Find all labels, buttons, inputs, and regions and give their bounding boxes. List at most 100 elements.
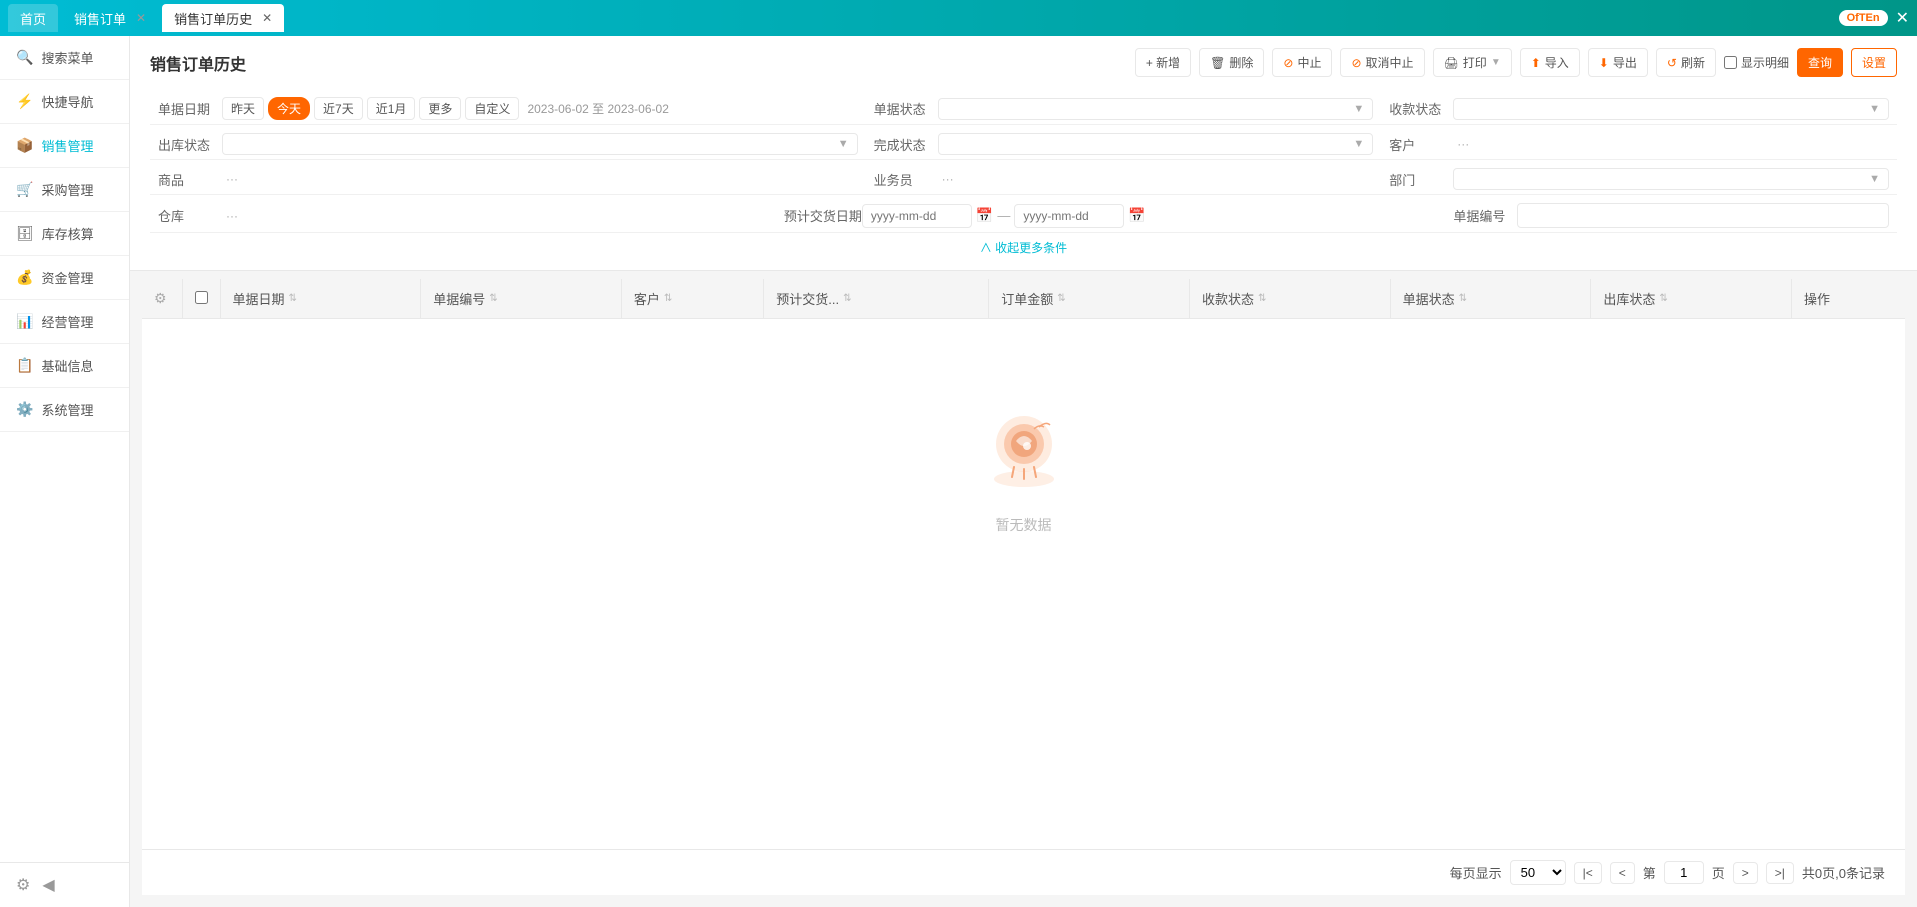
th-customer[interactable]: 客户 ⇅ bbox=[621, 279, 763, 319]
date-range-text: 2023-06-02 至 2023-06-02 bbox=[527, 100, 668, 117]
th-order-no[interactable]: 单据编号 ⇅ bbox=[421, 279, 622, 319]
page-size-select[interactable]: 20 50 100 bbox=[1510, 860, 1566, 885]
sidebar-item-sales-mgmt[interactable]: 📦 销售管理 bbox=[0, 124, 129, 168]
delivery-status-sort-icon[interactable]: ⇅ bbox=[1659, 293, 1667, 304]
empty-state-illustration bbox=[974, 399, 1074, 499]
first-page-button[interactable]: |< bbox=[1574, 862, 1602, 884]
date-sort-icon[interactable]: ⇅ bbox=[289, 293, 297, 304]
gear-icon[interactable]: ⚙ bbox=[154, 290, 167, 306]
sidebar-item-purchase-mgmt-label: 采购管理 bbox=[41, 180, 93, 199]
top-bar: 首页 销售订单 ✕ 销售订单历史 ✕ OfTEn ✕ bbox=[0, 0, 1917, 36]
search-menu-icon: 🔍 bbox=[16, 49, 33, 66]
salesperson-control: ··· bbox=[938, 172, 1374, 186]
print-button[interactable]: 🖨 打印 ▼ bbox=[1433, 48, 1512, 77]
stop-button[interactable]: ⊘ 中止 bbox=[1272, 48, 1332, 77]
page-number-input[interactable] bbox=[1664, 861, 1704, 884]
query-button[interactable]: 查询 bbox=[1797, 48, 1843, 77]
th-operation-label: 操作 bbox=[1804, 292, 1830, 307]
display-detail-checkbox[interactable]: 显示明细 bbox=[1724, 54, 1789, 71]
complete-status-arrow-icon: ▼ bbox=[1353, 138, 1364, 150]
print-icon: 🖨 bbox=[1444, 56, 1459, 70]
display-detail-input[interactable] bbox=[1724, 56, 1737, 69]
export-button-label: 导出 bbox=[1613, 54, 1637, 71]
date-btn-custom[interactable]: 自定义 bbox=[465, 97, 519, 120]
next-page-button[interactable]: > bbox=[1733, 862, 1758, 884]
cancel-stop-icon: ⊘ bbox=[1351, 56, 1361, 70]
th-gear[interactable]: ⚙ bbox=[142, 279, 182, 319]
payment-status-arrow-icon: ▼ bbox=[1869, 103, 1880, 115]
sidebar-item-base-info[interactable]: 📋 基础信息 bbox=[0, 344, 129, 388]
delivery-date-dash: — bbox=[997, 208, 1010, 223]
th-date-label: 单据日期 bbox=[233, 289, 285, 308]
order-no-input[interactable] bbox=[1517, 203, 1889, 228]
sidebar-item-purchase-mgmt[interactable]: 🛒 采购管理 bbox=[0, 168, 129, 212]
th-payment-status[interactable]: 收款状态 ⇅ bbox=[1189, 279, 1390, 319]
refresh-button[interactable]: ↺ 刷新 bbox=[1656, 48, 1716, 77]
empty-text: 暂无数据 bbox=[996, 515, 1052, 535]
filter-row-2: 出库状态 ▼ 完成状态 ▼ 客户 bbox=[150, 125, 1897, 160]
cancel-stop-button[interactable]: ⊘ 取消中止 bbox=[1340, 48, 1424, 77]
customer-more-icon[interactable]: ··· bbox=[1453, 137, 1473, 151]
export-button[interactable]: ⬇ 导出 bbox=[1588, 48, 1648, 77]
delivery-status-select[interactable]: ▼ bbox=[222, 133, 858, 155]
date-btn-1month[interactable]: 近1月 bbox=[367, 97, 416, 120]
delivery-date-end[interactable] bbox=[1014, 204, 1124, 228]
tab-home[interactable]: 首页 bbox=[8, 4, 58, 32]
sys-mgmt-icon: ⚙️ bbox=[16, 401, 33, 418]
complete-status-select[interactable]: ▼ bbox=[938, 133, 1374, 155]
sidebar-item-inventory[interactable]: 🗄 库存核算 bbox=[0, 212, 129, 256]
sidebar-item-sys-mgmt[interactable]: ⚙️ 系统管理 bbox=[0, 388, 129, 432]
customer-sort-icon[interactable]: ⇅ bbox=[664, 293, 672, 304]
delivery-date-sort-icon[interactable]: ⇅ bbox=[843, 293, 851, 304]
salesperson-more-icon[interactable]: ··· bbox=[938, 172, 958, 186]
tab-sales-order[interactable]: 销售订单 ✕ bbox=[62, 4, 158, 32]
topbar-close-icon[interactable]: ✕ bbox=[1896, 8, 1909, 28]
order-status-select[interactable]: ▼ bbox=[938, 98, 1374, 120]
th-delivery-status-sort: 出库状态 ⇅ bbox=[1603, 289, 1779, 308]
sidebar-item-operations[interactable]: 📊 经营管理 bbox=[0, 300, 129, 344]
settings-button[interactable]: 设置 bbox=[1851, 48, 1897, 77]
sidebar-item-quick-nav[interactable]: ⚡ 快捷导航 bbox=[0, 80, 129, 124]
page-header: 销售订单历史 + 新增 🗑 删除 ⊘ 中止 ⊘ 取消中止 bbox=[130, 36, 1917, 271]
tab-sales-order-history[interactable]: 销售订单历史 ✕ bbox=[162, 4, 284, 32]
warehouse-more-icon[interactable]: ··· bbox=[222, 209, 242, 223]
th-order-status[interactable]: 单据状态 ⇅ bbox=[1390, 279, 1591, 319]
collapse-row[interactable]: ∧ 收起更多条件 bbox=[150, 233, 1897, 262]
collapse-label: ∧ 收起更多条件 bbox=[980, 241, 1067, 255]
sidebar-settings-icon[interactable]: ⚙ bbox=[16, 875, 30, 895]
prev-page-button[interactable]: < bbox=[1610, 862, 1635, 884]
sidebar-collapse-icon[interactable]: ◀ bbox=[42, 875, 54, 895]
delete-button[interactable]: 🗑 删除 bbox=[1199, 48, 1264, 77]
filter-salesperson-label: 业务员 bbox=[874, 170, 938, 189]
date-btn-7days[interactable]: 近7天 bbox=[314, 97, 363, 120]
sidebar-item-sys-mgmt-label: 系统管理 bbox=[41, 400, 93, 419]
tab-sales-order-close[interactable]: ✕ bbox=[136, 11, 146, 25]
product-more-icon[interactable]: ··· bbox=[222, 172, 242, 186]
delivery-date-start[interactable] bbox=[862, 204, 972, 228]
select-all-checkbox[interactable] bbox=[195, 291, 208, 304]
order-status-sort-icon[interactable]: ⇅ bbox=[1459, 293, 1467, 304]
tab-sales-order-label: 销售订单 bbox=[74, 9, 126, 28]
import-button[interactable]: ⬆ 导入 bbox=[1520, 48, 1580, 77]
date-btn-yesterday[interactable]: 昨天 bbox=[222, 97, 264, 120]
payment-status-sort-icon[interactable]: ⇅ bbox=[1258, 293, 1266, 304]
delivery-date-group: 📅 — 📅 bbox=[862, 204, 1437, 228]
delivery-date-end-cal-icon[interactable]: 📅 bbox=[1128, 207, 1145, 224]
department-select[interactable]: ▼ bbox=[1453, 168, 1889, 190]
sidebar-item-finance[interactable]: 💰 资金管理 bbox=[0, 256, 129, 300]
payment-status-select[interactable]: ▼ bbox=[1453, 98, 1889, 120]
th-amount[interactable]: 订单金额 ⇅ bbox=[989, 279, 1190, 319]
delivery-date-start-cal-icon[interactable]: 📅 bbox=[976, 207, 993, 224]
amount-sort-icon[interactable]: ⇅ bbox=[1057, 293, 1065, 304]
date-btn-today[interactable]: 今天 bbox=[268, 97, 310, 120]
new-button[interactable]: + 新增 bbox=[1135, 48, 1191, 77]
last-page-button[interactable]: >| bbox=[1766, 862, 1794, 884]
order-no-sort-icon[interactable]: ⇅ bbox=[489, 293, 497, 304]
sidebar-item-search-menu[interactable]: 🔍 搜索菜单 bbox=[0, 36, 129, 80]
th-delivery-date[interactable]: 预计交货... ⇅ bbox=[764, 279, 989, 319]
th-delivery-status[interactable]: 出库状态 ⇅ bbox=[1591, 279, 1792, 319]
th-date[interactable]: 单据日期 ⇅ bbox=[220, 279, 421, 319]
tab-sales-order-history-close[interactable]: ✕ bbox=[262, 11, 272, 25]
date-btn-more[interactable]: 更多 bbox=[419, 97, 461, 120]
content-area: 销售订单历史 + 新增 🗑 删除 ⊘ 中止 ⊘ 取消中止 bbox=[130, 36, 1917, 907]
